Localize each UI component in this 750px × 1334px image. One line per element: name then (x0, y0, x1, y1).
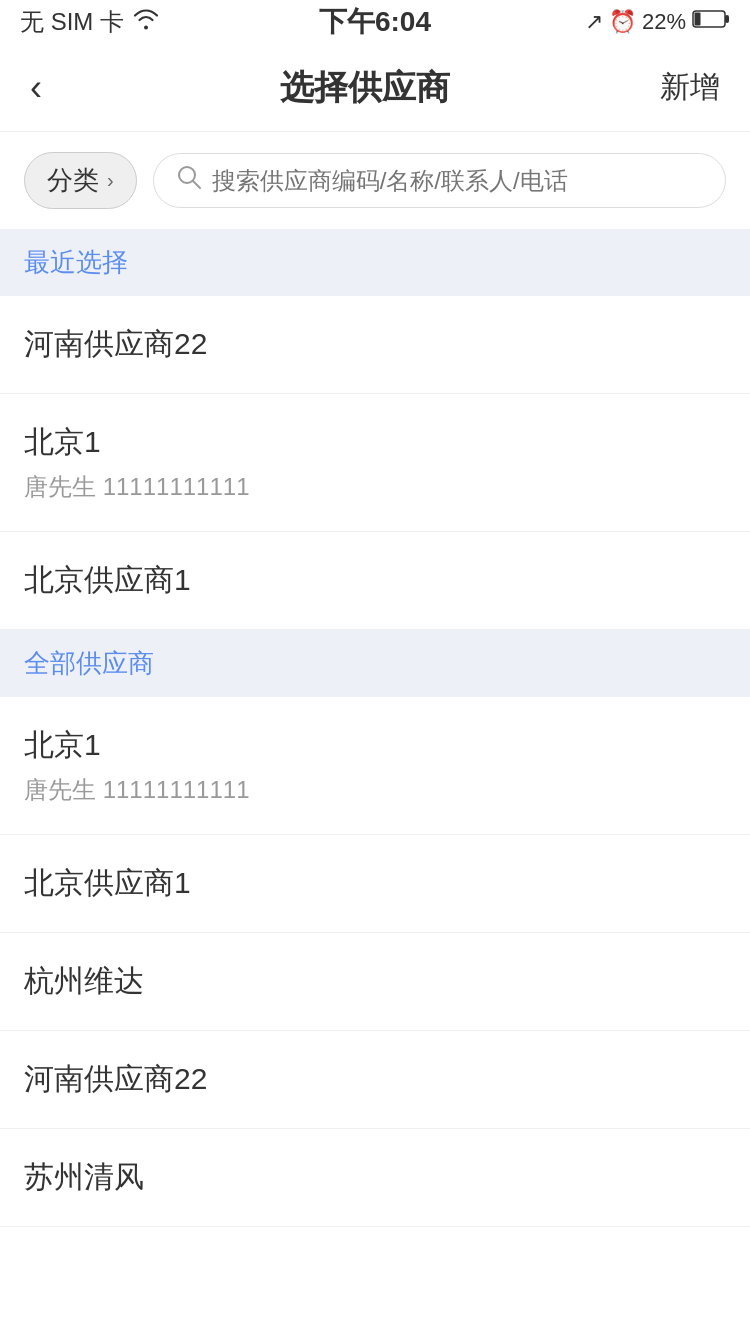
item-name: 河南供应商22 (24, 324, 726, 365)
recent-list: 河南供应商22 北京1 唐先生 11111111111 北京供应商1 (0, 296, 750, 630)
search-box (153, 153, 726, 208)
battery-label: 22% (642, 9, 686, 35)
item-name: 北京供应商1 (24, 560, 726, 601)
status-right: ↗ ⏰ 22% (585, 9, 730, 35)
list-item[interactable]: 苏州清风 (0, 1129, 750, 1227)
item-name: 北京1 (24, 422, 726, 463)
item-name: 河南供应商22 (24, 1059, 726, 1100)
svg-line-4 (193, 181, 200, 188)
location-icon: ↗ (585, 9, 603, 35)
category-button[interactable]: 分类 › (24, 152, 137, 209)
list-item[interactable]: 河南供应商22 (0, 1031, 750, 1129)
page-title: 选择供应商 (280, 65, 450, 111)
all-section-label: 全部供应商 (24, 648, 154, 678)
alarm-icon: ⏰ (609, 9, 636, 35)
list-item[interactable]: 北京1 唐先生 11111111111 (0, 697, 750, 835)
item-name: 杭州维达 (24, 961, 726, 1002)
item-name: 北京供应商1 (24, 863, 726, 904)
item-sub: 唐先生 11111111111 (24, 471, 726, 503)
status-left: 无 SIM 卡 (20, 6, 160, 38)
recent-section-header: 最近选择 (0, 229, 750, 296)
sim-label: 无 SIM 卡 (20, 6, 124, 38)
item-sub: 唐先生 11111111111 (24, 774, 726, 806)
back-button[interactable]: ‹ (30, 67, 90, 109)
chevron-right-icon: › (107, 169, 114, 192)
list-item[interactable]: 河南供应商22 (0, 296, 750, 394)
svg-rect-1 (695, 13, 701, 26)
item-name: 苏州清风 (24, 1157, 726, 1198)
svg-rect-2 (725, 15, 729, 23)
all-section-header: 全部供应商 (0, 630, 750, 697)
item-name: 北京1 (24, 725, 726, 766)
category-label: 分类 (47, 163, 99, 198)
list-item[interactable]: 北京1 唐先生 11111111111 (0, 394, 750, 532)
nav-bar: ‹ 选择供应商 新增 (0, 44, 750, 132)
list-item[interactable]: 北京供应商1 (0, 532, 750, 630)
filter-bar: 分类 › (0, 132, 750, 229)
status-bar: 无 SIM 卡 下午6:04 ↗ ⏰ 22% (0, 0, 750, 44)
list-item[interactable]: 北京供应商1 (0, 835, 750, 933)
search-icon (176, 164, 202, 197)
recent-section-label: 最近选择 (24, 247, 128, 277)
list-item[interactable]: 杭州维达 (0, 933, 750, 1031)
add-button[interactable]: 新增 (640, 67, 720, 108)
all-list: 北京1 唐先生 11111111111 北京供应商1 杭州维达 河南供应商22 … (0, 697, 750, 1227)
status-time: 下午6:04 (319, 3, 431, 41)
search-input[interactable] (212, 167, 703, 195)
battery-icon (692, 9, 730, 35)
wifi-icon (132, 8, 160, 36)
